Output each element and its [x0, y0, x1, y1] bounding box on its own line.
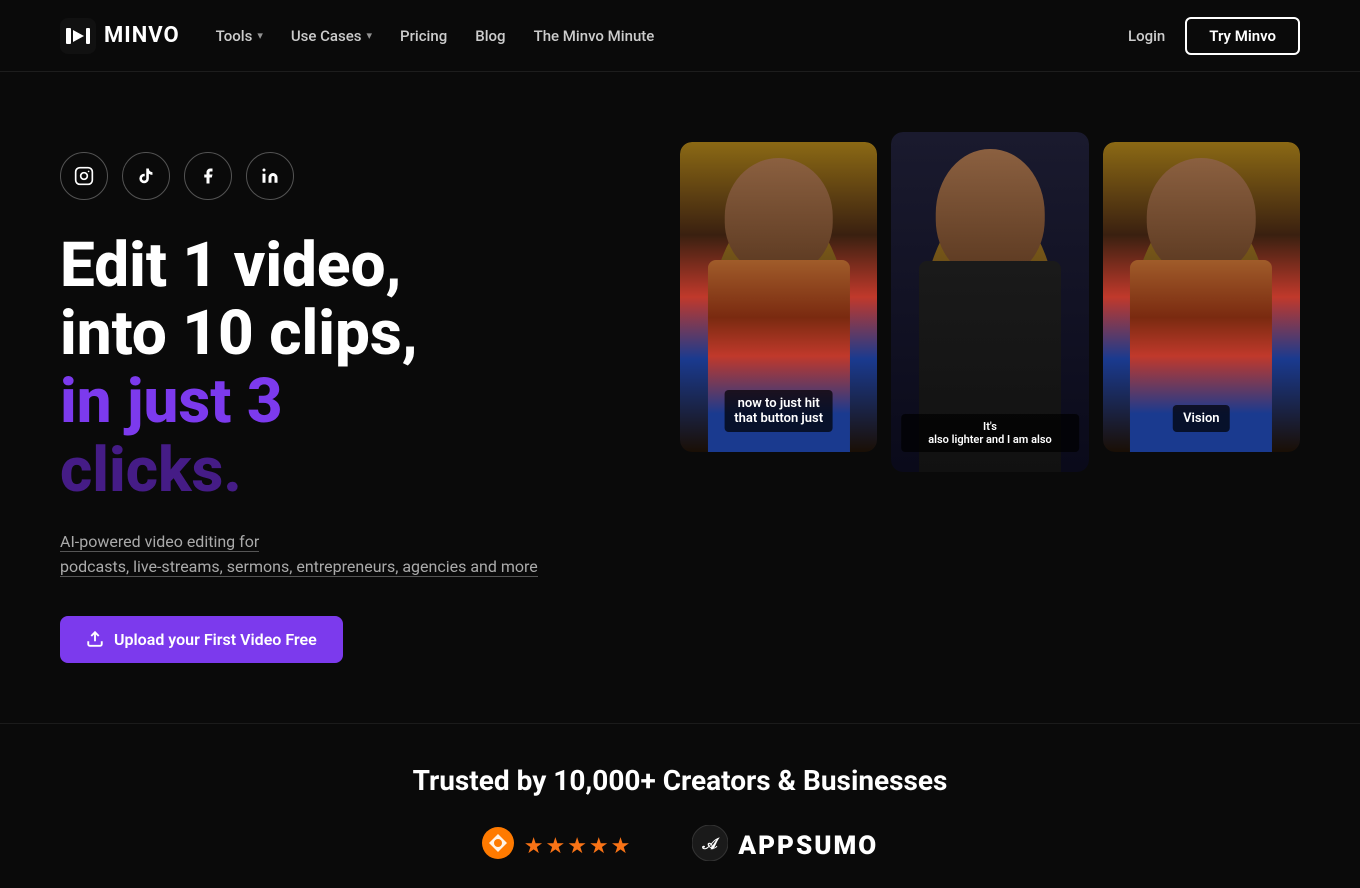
hero-subtext: AI-powered video editing for podcasts, l… [60, 529, 640, 580]
appsumo-icon: 𝒜 [692, 825, 728, 868]
nav-use-cases[interactable]: Use Cases ▾ [291, 27, 372, 45]
nav-links: Tools ▾ Use Cases ▾ Pricing Blog [216, 27, 655, 45]
linkedin-icon[interactable] [246, 152, 294, 200]
appsumo-text: APPSUMO [738, 831, 878, 861]
nav-minvo-minute[interactable]: The Minvo Minute [534, 27, 655, 45]
video-caption-1: now to just hitthat button just [724, 390, 833, 432]
tiktok-icon[interactable] [122, 152, 170, 200]
capterra-icon [482, 827, 514, 866]
nav-right: Login Try Minvo [1128, 17, 1300, 55]
video-thumb-1: now to just hitthat button just [680, 142, 877, 452]
hero-headline: Edit 1 video, into 10 clips, in just 3 c… [60, 232, 640, 505]
nav-pricing[interactable]: Pricing [400, 27, 447, 45]
hero-videos: now to just hitthat button just It'salso… [680, 132, 1300, 472]
capterra-logo: ★★★★★ [482, 827, 633, 866]
capterra-stars: ★★★★★ [524, 834, 633, 859]
social-icons [60, 152, 640, 200]
video-caption-3: Vision [1173, 405, 1230, 432]
logo-text: MINVO [104, 23, 180, 48]
video-caption-2: It'salso lighter and I am also [901, 414, 1079, 452]
facebook-icon[interactable] [184, 152, 232, 200]
hero-left: Edit 1 video, into 10 clips, in just 3 c… [60, 132, 640, 663]
upload-icon [86, 630, 104, 648]
upload-button[interactable]: Upload your First Video Free [60, 616, 343, 663]
instagram-icon[interactable] [60, 152, 108, 200]
hero-section: Edit 1 video, into 10 clips, in just 3 c… [0, 72, 1360, 703]
video-thumb-3: Vision [1103, 142, 1300, 452]
trusted-title: Trusted by 10,000+ Creators & Businesses [60, 764, 1300, 797]
nav-left: MINVO Tools ▾ Use Cases ▾ Pricing [60, 18, 654, 54]
video-thumb-2: It'salso lighter and I am also [891, 132, 1088, 472]
nav-blog[interactable]: Blog [475, 27, 505, 45]
logo[interactable]: MINVO [60, 18, 180, 54]
try-button[interactable]: Try Minvo [1185, 17, 1300, 55]
nav-tools[interactable]: Tools ▾ [216, 27, 263, 45]
appsumo-logo: 𝒜 APPSUMO [692, 825, 878, 868]
chevron-down-icon: ▾ [257, 29, 263, 42]
trusted-section: Trusted by 10,000+ Creators & Businesses… [0, 723, 1360, 888]
login-link[interactable]: Login [1128, 27, 1165, 45]
navbar: MINVO Tools ▾ Use Cases ▾ Pricing [0, 0, 1360, 72]
trusted-logos: ★★★★★ 𝒜 APPSUMO [60, 825, 1300, 868]
chevron-down-icon: ▾ [367, 29, 373, 42]
